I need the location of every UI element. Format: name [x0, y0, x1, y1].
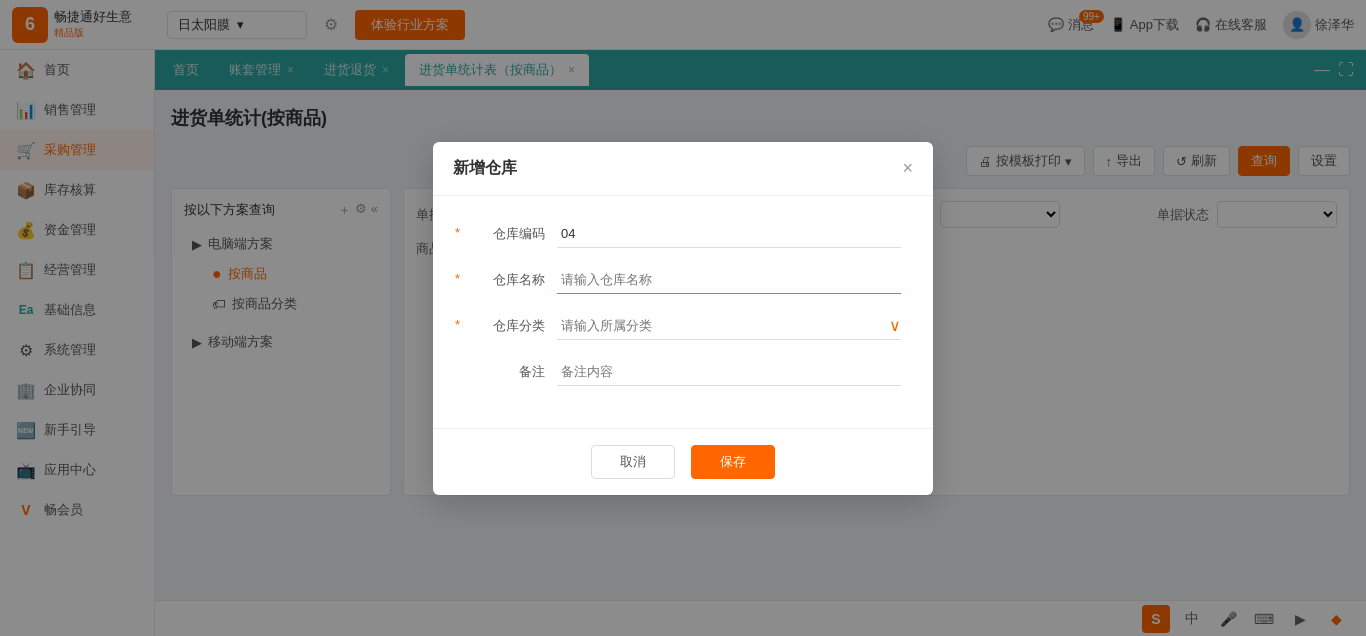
cancel-button[interactable]: 取消 — [591, 445, 675, 479]
remark-label: 备注 — [465, 363, 545, 381]
remark-row: 备注 — [465, 358, 901, 386]
modal-body: 仓库编码 仓库名称 仓库分类 ∨ 备注 — [433, 196, 933, 428]
category-input[interactable] — [557, 312, 889, 339]
category-label: 仓库分类 — [465, 317, 545, 335]
new-warehouse-modal: 新增仓库 × 仓库编码 仓库名称 仓库分类 ∨ — [433, 142, 933, 495]
category-row: 仓库分类 ∨ — [465, 312, 901, 340]
name-row: 仓库名称 — [465, 266, 901, 294]
remark-input[interactable] — [557, 358, 901, 386]
code-input[interactable] — [557, 220, 901, 248]
code-row: 仓库编码 — [465, 220, 901, 248]
name-label: 仓库名称 — [465, 271, 545, 289]
name-input[interactable] — [557, 266, 901, 294]
category-arrow-icon[interactable]: ∨ — [889, 316, 901, 335]
modal-footer: 取消 保存 — [433, 428, 933, 495]
save-button[interactable]: 保存 — [691, 445, 775, 479]
category-select-wrap: ∨ — [557, 312, 901, 340]
modal-title: 新增仓库 — [453, 158, 902, 179]
modal-close-button[interactable]: × — [902, 159, 913, 177]
modal-overlay: 新增仓库 × 仓库编码 仓库名称 仓库分类 ∨ — [0, 0, 1366, 636]
code-label: 仓库编码 — [465, 225, 545, 243]
modal-header: 新增仓库 × — [433, 142, 933, 196]
